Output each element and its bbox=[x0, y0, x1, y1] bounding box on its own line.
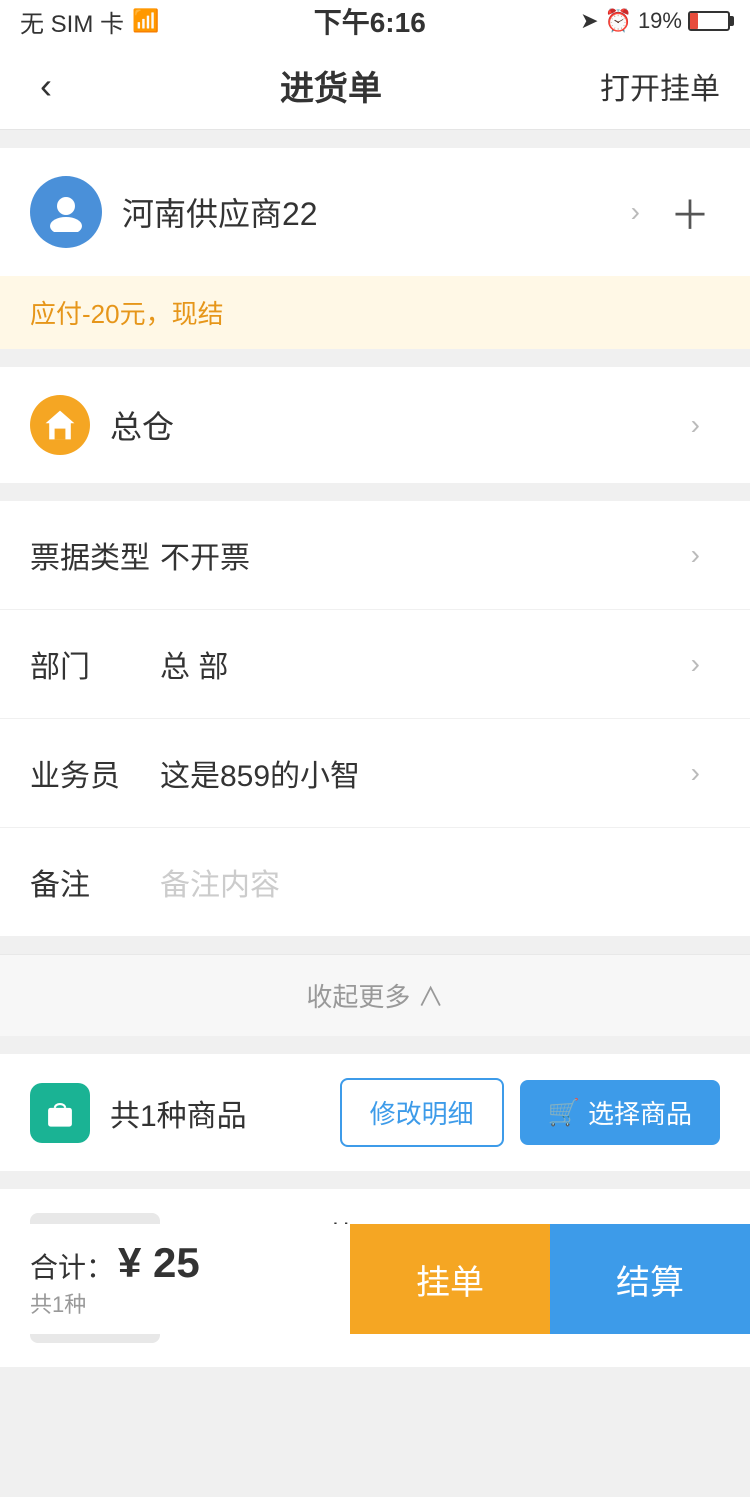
product-header: 共1种商品 修改明细 🛒 选择商品 bbox=[0, 1054, 750, 1171]
bag-icon bbox=[43, 1096, 77, 1130]
invoice-type-row[interactable]: 票据类型 不开票 › bbox=[0, 501, 750, 610]
product-count: 共1种商品 bbox=[110, 1091, 340, 1135]
total-label: 合计： bbox=[30, 1246, 114, 1286]
home-icon bbox=[42, 407, 78, 443]
status-carrier: 无 SIM 卡 📶 bbox=[20, 4, 159, 39]
collapse-bar[interactable]: 收起更多 ∧ bbox=[0, 954, 750, 1036]
dept-value: 总 部 bbox=[160, 642, 691, 686]
warehouse-icon bbox=[30, 395, 90, 455]
carrier-text: 无 SIM 卡 bbox=[20, 4, 124, 39]
invoice-value: 不开票 bbox=[160, 533, 691, 577]
warehouse-row[interactable]: 总仓 › bbox=[0, 367, 750, 483]
add-supplier-button[interactable]: ＋ bbox=[660, 183, 720, 241]
battery-icon bbox=[688, 11, 730, 31]
dept-label: 部门 bbox=[30, 642, 160, 686]
warehouse-chevron-icon: › bbox=[691, 409, 700, 441]
chevron-right-icon: › bbox=[631, 196, 640, 228]
dept-chevron-icon: › bbox=[691, 648, 700, 680]
status-right: ➤ ⏰ 19% bbox=[580, 8, 730, 34]
location-icon: ➤ bbox=[580, 8, 598, 34]
total-section: 合计： ¥ 25 共1种 bbox=[0, 1224, 350, 1334]
nav-bar: ‹ 进货单 打开挂单 bbox=[0, 42, 750, 130]
back-button[interactable]: ‹ bbox=[30, 55, 62, 117]
supplier-name: 河南供应商22 bbox=[122, 189, 631, 235]
total-count: 共1种 bbox=[30, 1287, 320, 1319]
remark-label: 备注 bbox=[30, 860, 160, 904]
supplier-section: 河南供应商22 › ＋ 应付-20元，现结 bbox=[0, 148, 750, 349]
modify-detail-button[interactable]: 修改明细 bbox=[340, 1078, 504, 1147]
credit-info: 应付-20元，现结 bbox=[0, 276, 750, 349]
supplier-row[interactable]: 河南供应商22 › ＋ bbox=[0, 148, 750, 276]
invoice-chevron-icon: › bbox=[691, 539, 700, 571]
bottom-bar: 合计： ¥ 25 共1种 挂单 结算 bbox=[0, 1224, 750, 1334]
warehouse-section: 总仓 › bbox=[0, 367, 750, 483]
select-icon: 🛒 bbox=[548, 1097, 580, 1128]
wifi-icon: 📶 bbox=[132, 8, 159, 34]
salesperson-row[interactable]: 业务员 这是859的小智 › bbox=[0, 719, 750, 828]
battery-percent: 19% bbox=[638, 8, 682, 34]
product-section: 共1种商品 修改明细 🛒 选择商品 bbox=[0, 1054, 750, 1171]
dept-row[interactable]: 部门 总 部 › bbox=[0, 610, 750, 719]
sales-label: 业务员 bbox=[30, 751, 160, 795]
total-amount: ¥ 25 bbox=[118, 1239, 200, 1287]
product-store-icon bbox=[30, 1083, 90, 1143]
person-icon bbox=[46, 192, 86, 232]
hang-order-button[interactable]: 挂单 bbox=[350, 1224, 550, 1334]
status-time: 下午6:16 bbox=[314, 1, 426, 41]
warehouse-name: 总仓 bbox=[110, 402, 691, 448]
supplier-avatar bbox=[30, 176, 102, 248]
form-section: 票据类型 不开票 › 部门 总 部 › 业务员 这是859的小智 › 备注 备注… bbox=[0, 501, 750, 936]
sales-value: 这是859的小智 bbox=[160, 751, 691, 795]
invoice-label: 票据类型 bbox=[30, 533, 160, 577]
remark-placeholder[interactable]: 备注内容 bbox=[160, 860, 720, 904]
remark-row[interactable]: 备注 备注内容 bbox=[0, 828, 750, 936]
status-bar: 无 SIM 卡 📶 下午6:16 ➤ ⏰ 19% bbox=[0, 0, 750, 42]
checkout-button[interactable]: 结算 bbox=[550, 1224, 750, 1334]
select-product-button[interactable]: 🛒 选择商品 bbox=[520, 1080, 720, 1145]
sales-chevron-icon: › bbox=[691, 757, 700, 789]
alarm-icon: ⏰ bbox=[605, 8, 632, 34]
open-pending-button[interactable]: 打开挂单 bbox=[600, 64, 720, 108]
page-title: 进货单 bbox=[280, 61, 382, 110]
